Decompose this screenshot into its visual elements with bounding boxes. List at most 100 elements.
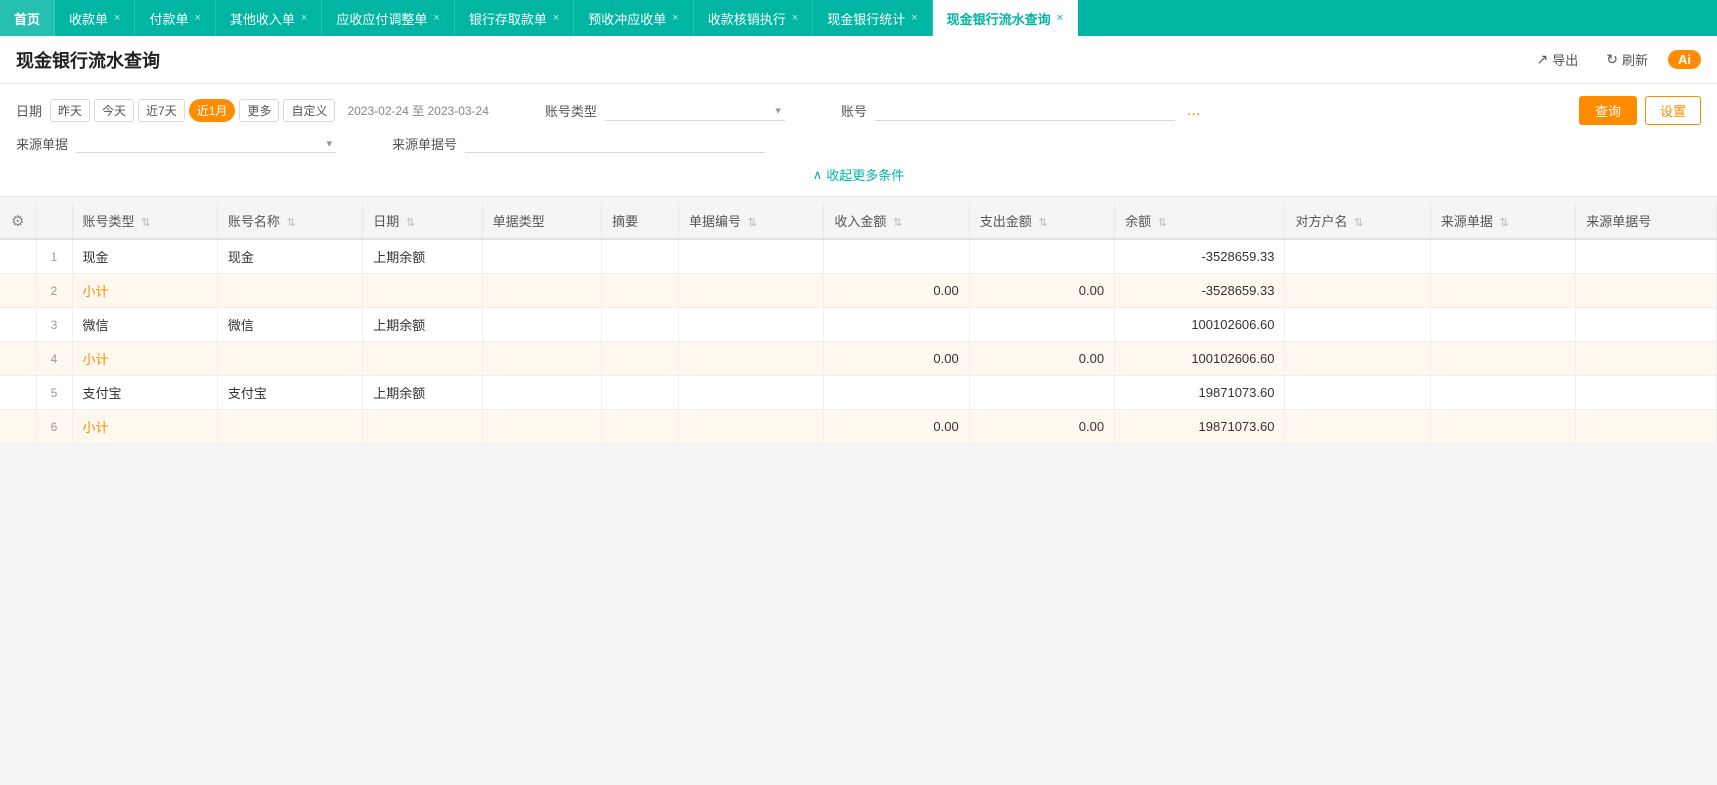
table-cell-row_num: 5 xyxy=(36,376,72,410)
col-doc-no[interactable]: 单据编号 ⇅ xyxy=(679,203,824,239)
date-btn-custom[interactable]: 自定义 xyxy=(283,99,335,122)
account-filter-group: 账号 ... xyxy=(841,101,1204,121)
table-cell-counterparty xyxy=(1285,274,1430,308)
date-range-display: 2023-02-24 至 2023-03-24 xyxy=(347,102,488,119)
table-cell-doc_type xyxy=(482,342,601,376)
table-row: 5支付宝支付宝上期余额19871073.60 xyxy=(0,376,1717,410)
refresh-icon: ↻ xyxy=(1606,51,1618,68)
table-cell-expense: 0.00 xyxy=(969,342,1114,376)
col-source-doc-no: 来源单据号 xyxy=(1576,203,1717,239)
export-icon: ↗ xyxy=(1537,51,1549,68)
account-type-select[interactable] xyxy=(605,101,785,121)
nav-tab-receipts[interactable]: 收款单 × xyxy=(55,0,135,36)
header-actions: ↗ 导出 ↻ 刷新 Ai xyxy=(1529,46,1702,73)
close-icon[interactable]: × xyxy=(672,12,678,24)
col-settings: ⚙ xyxy=(0,203,36,239)
close-icon[interactable]: × xyxy=(911,12,917,24)
date-btn-1month[interactable]: 近1月 xyxy=(189,99,236,122)
nav-tab-cash-stats[interactable]: 现金银行统计 × xyxy=(813,0,932,36)
table-cell-row_num: 3 xyxy=(36,308,72,342)
sort-icon: ⇅ xyxy=(1354,217,1363,229)
table-row: 6小计0.000.0019871073.60 xyxy=(0,410,1717,444)
account-type-filter-group: 账号类型 ▾ xyxy=(545,101,785,121)
nav-tab-payments[interactable]: 付款单 × xyxy=(135,0,215,36)
table-cell-source_doc_no xyxy=(1576,239,1717,274)
col-account-name[interactable]: 账号名称 ⇅ xyxy=(217,203,362,239)
table-cell-counterparty xyxy=(1285,342,1430,376)
col-date[interactable]: 日期 ⇅ xyxy=(363,203,482,239)
refresh-button[interactable]: ↻ 刷新 xyxy=(1598,46,1656,73)
close-icon[interactable]: × xyxy=(301,12,307,24)
date-btn-7days[interactable]: 近7天 xyxy=(138,99,185,122)
col-account-type[interactable]: 账号类型 ⇅ xyxy=(72,203,217,239)
table-cell-account_type: 小计 xyxy=(72,410,217,444)
table-cell-expense xyxy=(969,308,1114,342)
account-input[interactable] xyxy=(875,101,1175,121)
nav-tab-verification[interactable]: 收款核销执行 × xyxy=(694,0,813,36)
source-doc-no-input[interactable] xyxy=(465,133,765,153)
nav-tab-prepayment[interactable]: 预收冲应收单 × xyxy=(574,0,693,36)
close-icon[interactable]: × xyxy=(553,12,559,24)
query-button[interactable]: 查询 xyxy=(1579,96,1637,125)
close-icon[interactable]: × xyxy=(433,12,439,24)
table-cell-balance: 100102606.60 xyxy=(1115,342,1285,376)
gear-icon[interactable]: ⚙ xyxy=(11,213,24,230)
table-cell-date xyxy=(363,274,482,308)
source-doc-select[interactable] xyxy=(76,133,336,153)
page-header: 现金银行流水查询 ↗ 导出 ↻ 刷新 Ai xyxy=(0,36,1717,84)
col-balance[interactable]: 余额 ⇅ xyxy=(1115,203,1285,239)
close-icon[interactable]: × xyxy=(1057,12,1063,24)
table-cell-source_doc xyxy=(1430,274,1575,308)
table-cell-account_type: 小计 xyxy=(72,274,217,308)
col-income[interactable]: 收入金额 ⇅ xyxy=(824,203,969,239)
table-cell-summary xyxy=(602,410,679,444)
filter-row-1: 日期 昨天 今天 近7天 近1月 更多 自定义 2023-02-24 至 202… xyxy=(16,96,1701,125)
filter-row-2: 来源单据 ▾ 来源单据号 xyxy=(16,133,1701,153)
date-btn-more[interactable]: 更多 xyxy=(239,99,279,122)
table-cell-balance: 19871073.60 xyxy=(1115,376,1285,410)
col-doc-type: 单据类型 xyxy=(482,203,601,239)
account-dots-button[interactable]: ... xyxy=(1183,102,1204,120)
table-cell-doc_type xyxy=(482,274,601,308)
close-icon[interactable]: × xyxy=(114,12,120,24)
close-icon[interactable]: × xyxy=(792,12,798,24)
table-cell-settings xyxy=(0,410,36,444)
table-cell-doc_type xyxy=(482,410,601,444)
table-cell-doc_type xyxy=(482,239,601,274)
table-header: ⚙ 账号类型 ⇅ 账号名称 ⇅ 日期 ⇅ 单据类型 xyxy=(0,203,1717,239)
nav-tab-other-income[interactable]: 其他收入单 × xyxy=(216,0,322,36)
col-expense[interactable]: 支出金额 ⇅ xyxy=(969,203,1114,239)
table-cell-date: 上期余额 xyxy=(363,239,482,274)
col-counterparty[interactable]: 对方户名 ⇅ xyxy=(1285,203,1430,239)
table-cell-counterparty xyxy=(1285,410,1430,444)
date-buttons: 昨天 今天 近7天 近1月 更多 自定义 xyxy=(50,99,335,122)
table-cell-account_name xyxy=(217,342,362,376)
collapse-bar[interactable]: ∧ 收起更多条件 xyxy=(16,161,1701,188)
table-cell-doc_no xyxy=(679,308,824,342)
date-btn-yesterday[interactable]: 昨天 xyxy=(50,99,90,122)
sort-icon: ⇅ xyxy=(1038,217,1047,229)
table-cell-income xyxy=(824,308,969,342)
nav-home[interactable]: 首页 xyxy=(0,0,55,36)
nav-tab-cash-flow[interactable]: 现金银行流水查询 × xyxy=(933,0,1078,36)
sort-icon: ⇅ xyxy=(406,217,415,229)
col-source-doc[interactable]: 来源单据 ⇅ xyxy=(1430,203,1575,239)
settings-button[interactable]: 设置 xyxy=(1645,96,1701,125)
nav-tab-adjustment[interactable]: 应收应付调整单 × xyxy=(322,0,454,36)
table-cell-income: 0.00 xyxy=(824,274,969,308)
top-navigation: 首页 收款单 × 付款单 × 其他收入单 × 应收应付调整单 × 银行存取款单 … xyxy=(0,0,1717,36)
table-cell-balance: 19871073.60 xyxy=(1115,410,1285,444)
col-summary: 摘要 xyxy=(602,203,679,239)
filter-area: 日期 昨天 今天 近7天 近1月 更多 自定义 2023-02-24 至 202… xyxy=(0,84,1717,197)
table-cell-settings xyxy=(0,308,36,342)
export-button[interactable]: ↗ 导出 xyxy=(1529,46,1587,73)
table-cell-source_doc_no xyxy=(1576,274,1717,308)
close-icon[interactable]: × xyxy=(194,12,200,24)
ai-button[interactable]: Ai xyxy=(1668,50,1701,69)
table-cell-balance: 100102606.60 xyxy=(1115,308,1285,342)
table-cell-counterparty xyxy=(1285,376,1430,410)
date-btn-today[interactable]: 今天 xyxy=(94,99,134,122)
table-cell-doc_no xyxy=(679,239,824,274)
table-cell-date: 上期余额 xyxy=(363,376,482,410)
nav-tab-bank-deposit[interactable]: 银行存取款单 × xyxy=(455,0,574,36)
